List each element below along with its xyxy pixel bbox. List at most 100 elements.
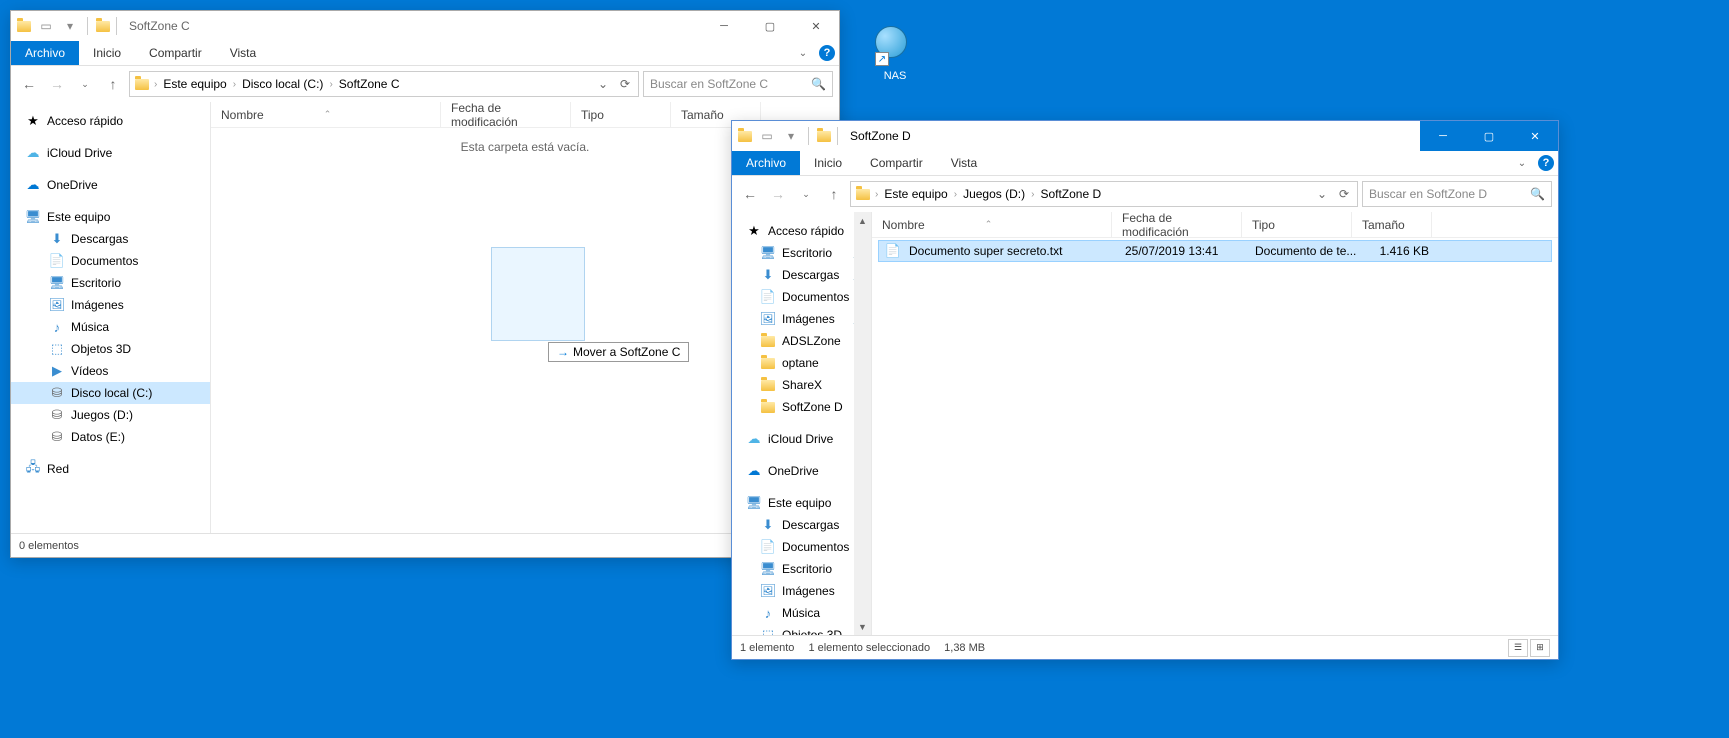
- tab-view[interactable]: Vista: [216, 41, 270, 65]
- up-button[interactable]: ↑: [822, 182, 846, 206]
- file-row[interactable]: 📄 Documento super secreto.txt 25/07/2019…: [878, 240, 1552, 262]
- maximize-button[interactable]: ▢: [1466, 121, 1512, 151]
- address-dropdown-icon[interactable]: ⌄: [1311, 187, 1333, 201]
- scroll-up-icon[interactable]: ▲: [854, 212, 871, 229]
- help-button[interactable]: ?: [1534, 151, 1558, 175]
- sidebar-item-thispc[interactable]: 🖥Este equipo: [732, 492, 871, 514]
- search-input[interactable]: Buscar en SoftZone C 🔍: [643, 71, 833, 97]
- close-button[interactable]: ✕: [793, 11, 839, 41]
- minimize-button[interactable]: ─: [1420, 121, 1466, 151]
- qat-dropdown[interactable]: ▾: [59, 15, 81, 37]
- col-date[interactable]: Fecha de modificación: [1112, 212, 1242, 237]
- refresh-button[interactable]: ⟳: [614, 77, 636, 91]
- sidebar-item-documents[interactable]: 📄Documentos: [11, 250, 210, 272]
- sidebar-item-documents2[interactable]: 📄Documentos: [732, 536, 871, 558]
- recent-dropdown-icon[interactable]: ⌄: [794, 182, 818, 206]
- breadcrumb[interactable]: SoftZone D: [1036, 187, 1105, 201]
- maximize-button[interactable]: ▢: [747, 11, 793, 41]
- view-icons-button[interactable]: ⊞: [1530, 639, 1550, 657]
- content-pane[interactable]: Nombre⌃ Fecha de modificación Tipo Tamañ…: [872, 212, 1558, 635]
- col-type[interactable]: Tipo: [1242, 212, 1352, 237]
- sidebar-item-thispc[interactable]: 🖥Este equipo: [11, 206, 210, 228]
- up-button[interactable]: ↑: [101, 72, 125, 96]
- sidebar-item-pictures2[interactable]: 🖼Imágenes: [732, 580, 871, 602]
- qat-button[interactable]: ▭: [35, 15, 57, 37]
- forward-button[interactable]: →: [766, 182, 790, 206]
- sidebar-item-downloads[interactable]: ⬇Descargas: [11, 228, 210, 250]
- sidebar-item-network[interactable]: 🖧Red: [11, 458, 210, 480]
- breadcrumb[interactable]: Disco local (C:): [238, 77, 327, 91]
- tab-share[interactable]: Compartir: [856, 151, 937, 175]
- address-dropdown-icon[interactable]: ⌄: [592, 77, 614, 91]
- sidebar-item-adslzone[interactable]: ADSLZone: [732, 330, 871, 352]
- close-button[interactable]: ✕: [1512, 121, 1558, 151]
- address-bar[interactable]: › Este equipo › Disco local (C:) › SoftZ…: [129, 71, 639, 97]
- sidebar-item-onedrive[interactable]: ☁OneDrive: [11, 174, 210, 196]
- scroll-down-icon[interactable]: ▼: [854, 618, 871, 635]
- sidebar-item-quick-access[interactable]: ★Acceso rápido: [11, 110, 210, 132]
- sidebar-item-pictures[interactable]: 🖼Imágenes: [11, 294, 210, 316]
- view-details-button[interactable]: ☰: [1508, 639, 1528, 657]
- sidebar-item-icloud[interactable]: ☁iCloud Drive: [732, 428, 871, 450]
- tab-share[interactable]: Compartir: [135, 41, 216, 65]
- breadcrumb[interactable]: Este equipo: [159, 77, 230, 91]
- col-type[interactable]: Tipo: [571, 102, 671, 127]
- qat-dropdown[interactable]: ▾: [780, 125, 802, 147]
- sidebar-item-desktop2[interactable]: 🖥Escritorio: [732, 558, 871, 580]
- sidebar-item-3d[interactable]: ⬚Objetos 3D: [11, 338, 210, 360]
- recent-dropdown-icon[interactable]: ⌄: [73, 72, 97, 96]
- col-size[interactable]: Tamaño: [1352, 212, 1432, 237]
- breadcrumb[interactable]: Este equipo: [880, 187, 951, 201]
- chevron-right-icon[interactable]: ›: [1029, 189, 1036, 200]
- sidebar-item-desktop[interactable]: 🖥Escritorio📌: [732, 242, 871, 264]
- breadcrumb[interactable]: SoftZone C: [335, 77, 404, 91]
- col-date[interactable]: Fecha de modificación: [441, 102, 571, 127]
- sidebar-item-softzoned[interactable]: SoftZone D: [732, 396, 871, 418]
- ribbon-expand-icon[interactable]: ⌄: [791, 41, 815, 65]
- col-name[interactable]: Nombre⌃: [211, 102, 441, 127]
- scrollbar[interactable]: ▲ ▼: [854, 212, 871, 635]
- sidebar-item-downloads[interactable]: ⬇Descargas📌: [732, 264, 871, 286]
- breadcrumb[interactable]: Juegos (D:): [959, 187, 1029, 201]
- sidebar-item-sharex[interactable]: ShareX: [732, 374, 871, 396]
- sidebar-item-3d[interactable]: ⬚Objetos 3D: [732, 624, 871, 635]
- sidebar-item-disk-c[interactable]: ⛁Disco local (C:): [11, 382, 210, 404]
- sidebar-item-desktop[interactable]: 🖥Escritorio: [11, 272, 210, 294]
- sidebar-item-icloud[interactable]: ☁iCloud Drive: [11, 142, 210, 164]
- refresh-button[interactable]: ⟳: [1333, 187, 1355, 201]
- sidebar-item-quick-access[interactable]: ★Acceso rápido: [732, 220, 871, 242]
- sidebar-item-music[interactable]: ♪Música: [732, 602, 871, 624]
- forward-button[interactable]: →: [45, 72, 69, 96]
- sidebar-item-music[interactable]: ♪Música: [11, 316, 210, 338]
- sidebar-item-onedrive[interactable]: ☁OneDrive: [732, 460, 871, 482]
- minimize-button[interactable]: ─: [701, 11, 747, 41]
- col-name[interactable]: Nombre⌃: [872, 212, 1112, 237]
- qat-button[interactable]: ▭: [756, 125, 778, 147]
- search-input[interactable]: Buscar en SoftZone D 🔍: [1362, 181, 1552, 207]
- back-button[interactable]: ←: [17, 72, 41, 96]
- tab-home[interactable]: Inicio: [800, 151, 856, 175]
- chevron-right-icon[interactable]: ›: [231, 79, 238, 90]
- chevron-right-icon[interactable]: ›: [152, 79, 159, 90]
- tab-file[interactable]: Archivo: [11, 41, 79, 65]
- titlebar[interactable]: ▭ ▾ SoftZone D ─ ▢ ✕: [732, 121, 1558, 151]
- chevron-right-icon[interactable]: ›: [873, 189, 880, 200]
- sidebar-item-videos[interactable]: ▶Vídeos: [11, 360, 210, 382]
- sidebar-item-optane[interactable]: optane: [732, 352, 871, 374]
- ribbon-expand-icon[interactable]: ⌄: [1510, 151, 1534, 175]
- sidebar-item-disk-d[interactable]: ⛁Juegos (D:): [11, 404, 210, 426]
- tab-file[interactable]: Archivo: [732, 151, 800, 175]
- sidebar-item-documents[interactable]: 📄Documentos📌: [732, 286, 871, 308]
- help-button[interactable]: ?: [815, 41, 839, 65]
- sidebar-item-pictures[interactable]: 🖼Imágenes📌: [732, 308, 871, 330]
- tab-home[interactable]: Inicio: [79, 41, 135, 65]
- titlebar[interactable]: ▭ ▾ SoftZone C ─ ▢ ✕: [11, 11, 839, 41]
- back-button[interactable]: ←: [738, 182, 762, 206]
- chevron-right-icon[interactable]: ›: [327, 79, 334, 90]
- tab-view[interactable]: Vista: [937, 151, 991, 175]
- sidebar-item-downloads2[interactable]: ⬇Descargas: [732, 514, 871, 536]
- desktop-shortcut-nas[interactable]: ↗ NAS: [860, 26, 930, 82]
- address-bar[interactable]: › Este equipo › Juegos (D:) › SoftZone D…: [850, 181, 1358, 207]
- chevron-right-icon[interactable]: ›: [952, 189, 959, 200]
- sidebar-item-disk-e[interactable]: ⛁Datos (E:): [11, 426, 210, 448]
